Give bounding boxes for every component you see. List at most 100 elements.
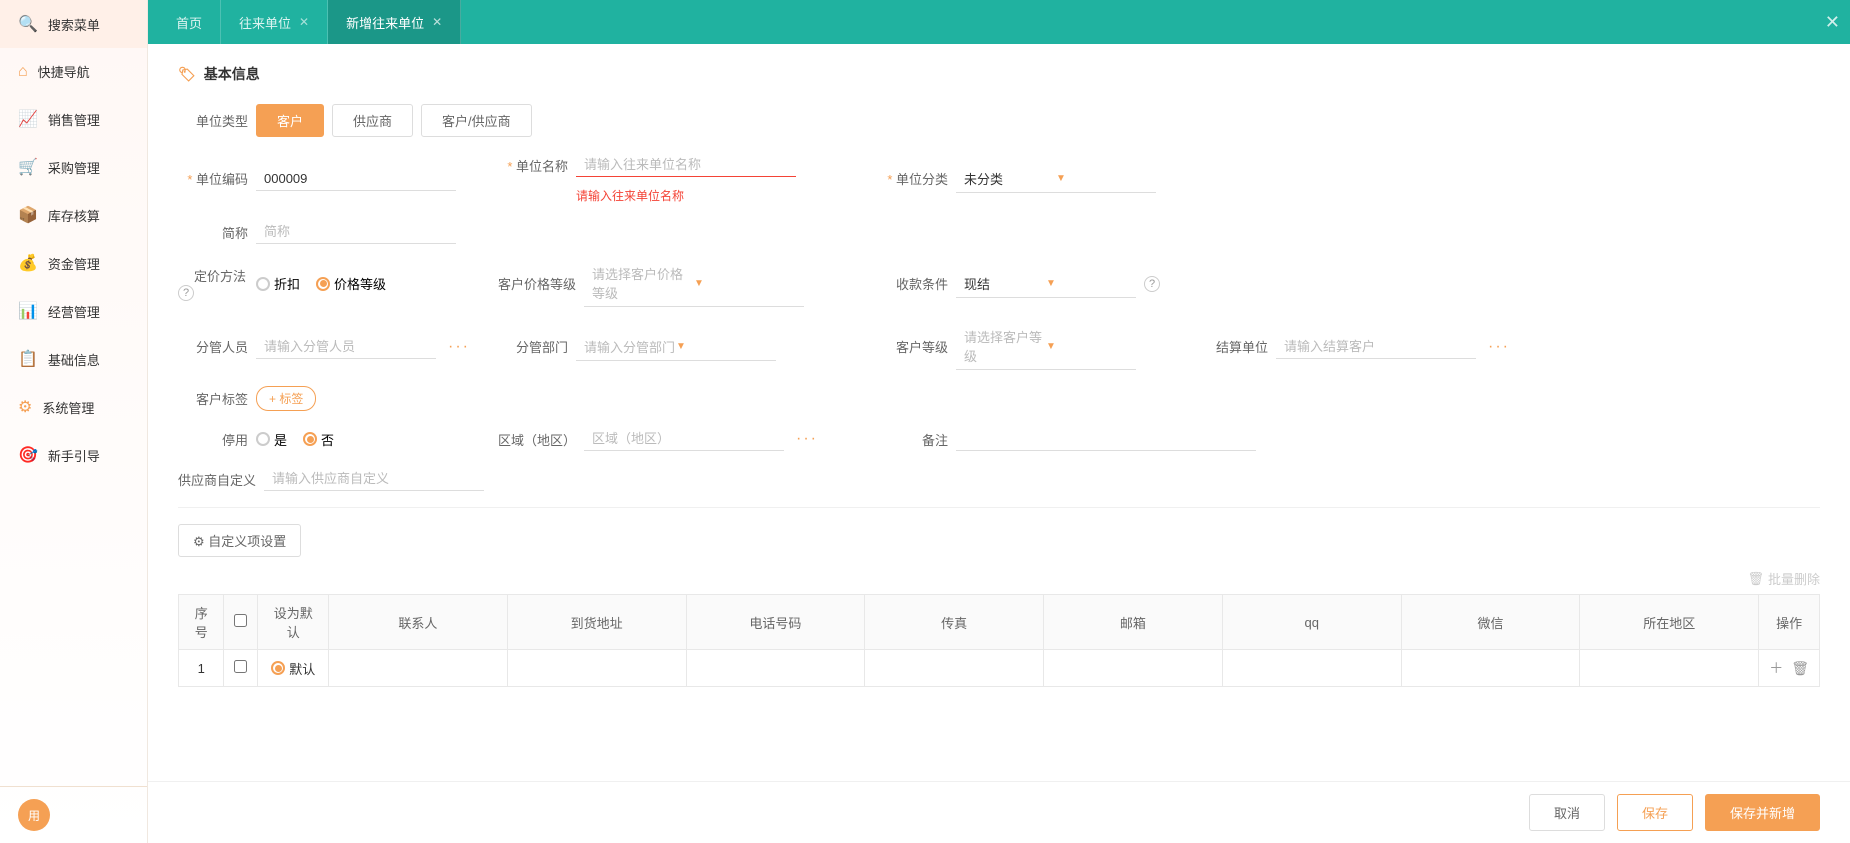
sidebar-item-basicinfo[interactable]: 📋 基础信息 [0, 335, 147, 383]
pricing-radio-group: 折扣 价格等级 [256, 274, 386, 293]
sidebar-item-quicknav[interactable]: ⌂ 快捷导航 [0, 48, 147, 95]
customer-level-select[interactable]: 请选择客户等级 ▼ [956, 323, 1136, 370]
customer-price-level-placeholder: 请选择客户价格等级 [592, 264, 694, 302]
sidebar-item-search[interactable]: 🔍 搜索菜单 [0, 0, 147, 48]
select-all-checkbox[interactable] [234, 614, 247, 627]
manager-more-btn[interactable]: ··· [444, 338, 474, 356]
contact-input[interactable] [339, 661, 497, 676]
remark-input[interactable] [956, 427, 1256, 451]
unit-category-group: * 单位分类 未分类 ▼ [878, 165, 1820, 193]
unit-name-error: 请输入往来单位名称 [576, 187, 684, 204]
batch-delete-btn[interactable]: 🗑 批量删除 [178, 569, 1820, 588]
department-select[interactable]: 请输入分管部门 ▼ [576, 333, 776, 361]
unit-btn-customer[interactable]: 客户 [256, 104, 324, 137]
phone-input[interactable] [697, 661, 855, 676]
customer-price-level-select[interactable]: 请选择客户价格等级 ▼ [584, 260, 804, 307]
sidebar-item-inventory[interactable]: 📦 库存核算 [0, 191, 147, 239]
short-name-input[interactable] [256, 220, 456, 244]
pricing-radio-price-level[interactable]: 价格等级 [316, 274, 386, 293]
cust-level-chevron-icon: ▼ [1046, 341, 1128, 352]
col-address: 到货地址 [507, 595, 686, 650]
contact-table: 序号 设为默认 联系人 到货地址 电话号码 传真 邮箱 qq 微信 所在地区 操… [178, 594, 1820, 687]
save-button[interactable]: 保存 [1617, 794, 1693, 831]
region-more-btn[interactable]: ··· [792, 430, 822, 448]
save-new-button[interactable]: 保存并新增 [1705, 794, 1820, 831]
sidebar-item-finance[interactable]: 💰 资金管理 [0, 239, 147, 287]
customer-level-placeholder: 请选择客户等级 [964, 327, 1046, 365]
unit-btn-both[interactable]: 客户/供应商 [421, 104, 532, 137]
region-input[interactable] [584, 427, 784, 451]
pricing-method-group: 定价方法 ? 折扣 价格等级 [178, 266, 498, 301]
sidebar-label-newguide: 新手引导 [48, 446, 100, 465]
disabled-no[interactable]: 否 [303, 430, 334, 449]
wechat-input[interactable] [1412, 661, 1570, 676]
sidebar-item-sales[interactable]: 📈 销售管理 [0, 95, 147, 143]
unit-name-input[interactable] [576, 153, 796, 177]
row-checkbox[interactable] [234, 660, 247, 673]
region-label: 区域（地区） [498, 430, 576, 449]
sidebar-item-operations[interactable]: 📊 经营管理 [0, 287, 147, 335]
row-default-cell: 默认 [258, 650, 329, 687]
disabled-region-row: 停用 是 否 区域（地区） ··· [178, 427, 1820, 451]
section-basic-info: 🏷 基本信息 [178, 64, 1820, 84]
tab-home[interactable]: 首页 [158, 0, 221, 44]
fax-input[interactable] [875, 661, 1033, 676]
short-name-label: 简称 [178, 223, 248, 242]
sidebar-item-system[interactable]: ⚙ 系统管理 [0, 383, 147, 431]
supplier-custom-input[interactable] [264, 467, 484, 491]
tab-partners-label: 往来单位 [239, 13, 291, 32]
disabled-yes[interactable]: 是 [256, 430, 287, 449]
add-tag-button[interactable]: + 标签 [256, 386, 316, 411]
tab-partners[interactable]: 往来单位 ✕ [221, 0, 328, 44]
tab-partners-close[interactable]: ✕ [299, 15, 309, 29]
search-icon: 🔍 [18, 14, 38, 34]
price-level-chevron-icon: ▼ [694, 278, 796, 289]
tab-new-partner-label: 新增往来单位 [346, 13, 424, 32]
sidebar-item-newguide[interactable]: 🎯 新手引导 [0, 431, 147, 479]
manager-input[interactable] [256, 335, 436, 359]
address-input[interactable] [518, 661, 676, 676]
settlement-unit-input[interactable] [1276, 335, 1476, 359]
disabled-radio-group: 是 否 [256, 430, 334, 449]
settlement-more-btn[interactable]: ··· [1484, 338, 1514, 356]
add-row-btn[interactable]: ＋ [1769, 658, 1783, 678]
unit-type-row: 单位类型 客户 供应商 客户/供应商 [178, 104, 1820, 137]
unit-code-input[interactable] [256, 167, 456, 191]
unit-category-select[interactable]: 未分类 ▼ [956, 165, 1156, 193]
qq-input[interactable] [1233, 661, 1391, 676]
manager-label: 分管人员 [178, 337, 248, 356]
col-index: 序号 [179, 595, 224, 650]
sidebar-label-operations: 经营管理 [48, 302, 100, 321]
tab-new-partner-close[interactable]: ✕ [432, 15, 442, 29]
row-default-radio[interactable]: 默认 [268, 659, 318, 678]
payment-terms-select[interactable]: 现结 ▼ [956, 270, 1136, 298]
customer-tag-row: 客户标签 + 标签 [178, 386, 1820, 411]
custom-settings-button[interactable]: ⚙ 自定义项设置 [178, 524, 301, 557]
cancel-button[interactable]: 取消 [1529, 794, 1605, 831]
sidebar-item-purchase[interactable]: 🛒 采购管理 [0, 143, 147, 191]
sales-icon: 📈 [18, 109, 38, 129]
unit-code-label: * 单位编码 [178, 169, 248, 188]
delete-row-btn[interactable]: 🗑 [1791, 660, 1809, 677]
row-region-input[interactable] [1590, 661, 1748, 676]
batch-delete-area: 🗑 批量删除 [178, 569, 1820, 588]
tab-home-label: 首页 [176, 13, 202, 32]
email-input[interactable] [1054, 661, 1212, 676]
table-header-row: 序号 设为默认 联系人 到货地址 电话号码 传真 邮箱 qq 微信 所在地区 操… [179, 595, 1820, 650]
pricing-help-icon[interactable]: ? [178, 285, 194, 301]
tabbar-close-btn[interactable]: ✕ [1825, 12, 1840, 33]
sidebar-label-search: 搜索菜单 [48, 15, 100, 34]
pricing-price-level-label: 价格等级 [334, 274, 386, 293]
settlement-unit-label: 结算单位 [1198, 337, 1268, 356]
pricing-radio-discount[interactable]: 折扣 [256, 274, 300, 293]
payment-help-icon[interactable]: ? [1144, 276, 1160, 292]
department-label: 分管部门 [498, 337, 568, 356]
category-chevron-icon: ▼ [1056, 173, 1148, 184]
payment-terms-group: 收款条件 现结 ▼ ? [878, 270, 1820, 298]
unit-btn-supplier[interactable]: 供应商 [332, 104, 413, 137]
tab-new-partner[interactable]: 新增往来单位 ✕ [328, 0, 461, 44]
row-contact [329, 650, 508, 687]
short-name-row: 简称 [178, 220, 1820, 244]
default-radio-circle [271, 661, 285, 675]
sidebar-label-system: 系统管理 [42, 398, 94, 417]
